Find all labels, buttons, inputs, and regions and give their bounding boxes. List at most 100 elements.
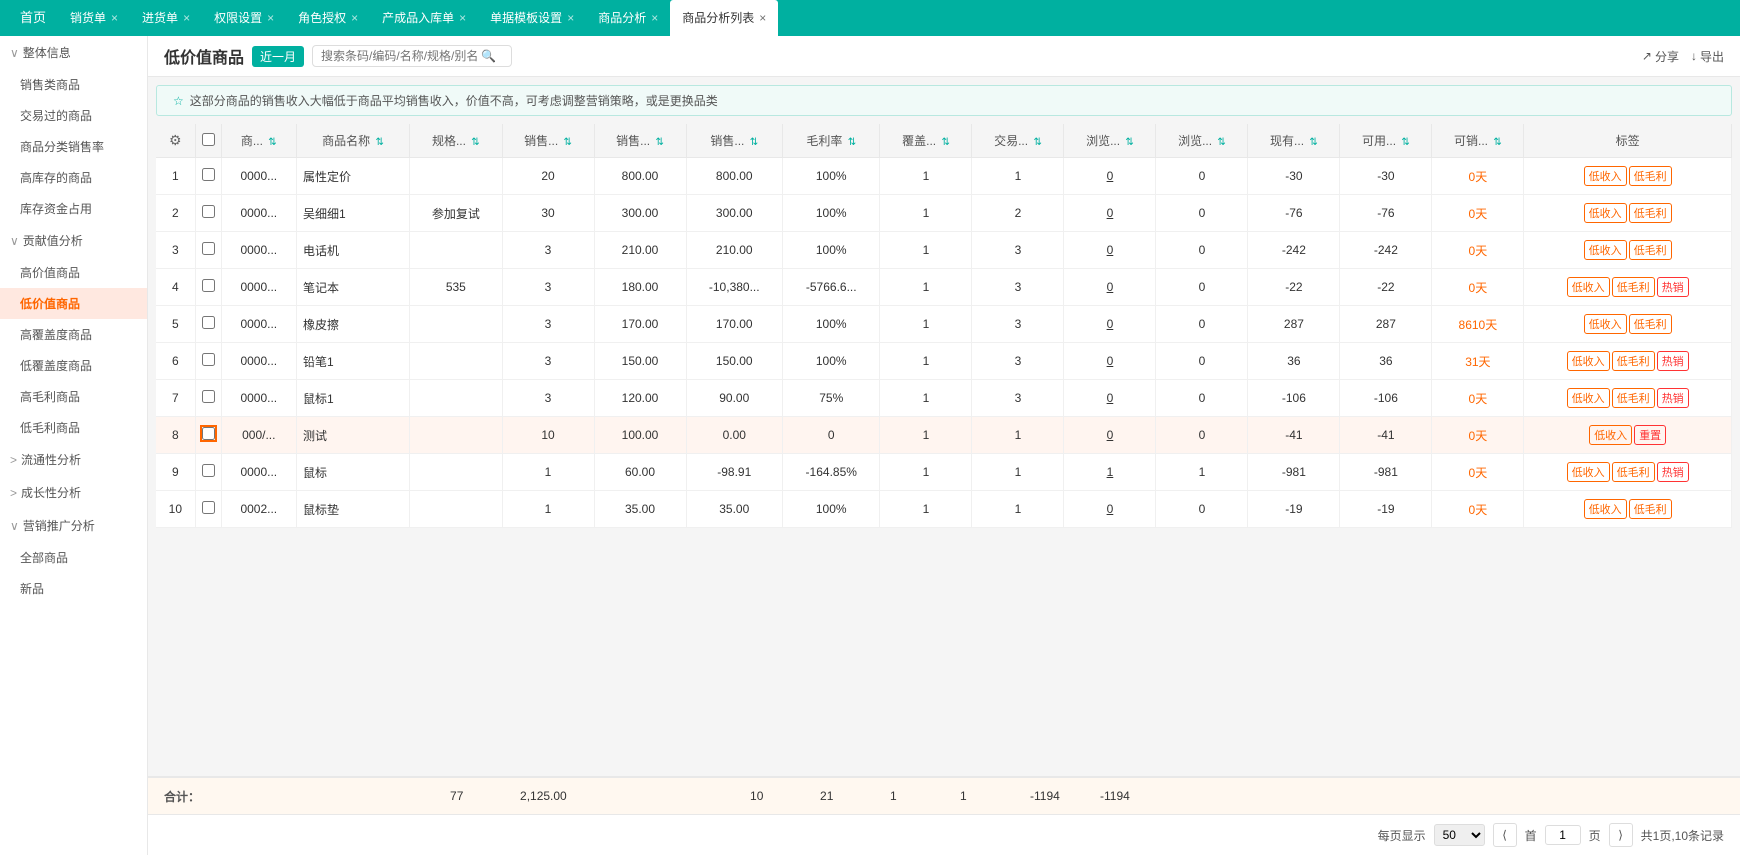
sort-icon[interactable]: ⇅ <box>1217 137 1225 148</box>
row-checkbox-cell[interactable] <box>195 454 221 491</box>
nav-home[interactable]: 首页 <box>8 0 58 36</box>
row-browse1[interactable]: 0 <box>1064 343 1156 380</box>
row-checkbox[interactable] <box>202 205 215 218</box>
row-browse1[interactable]: 0 <box>1064 417 1156 454</box>
sidebar-group-overall[interactable]: ∨ 整体信息 <box>0 36 147 69</box>
col-sales2[interactable]: 销售... ⇅ <box>594 124 686 158</box>
sort-icon[interactable]: ⇅ <box>1033 137 1041 148</box>
nav-close-icon[interactable]: × <box>183 11 190 25</box>
col-coverage[interactable]: 覆盖... ⇅ <box>880 124 972 158</box>
col-code[interactable]: 商... ⇅ <box>221 124 296 158</box>
sort-icon[interactable]: ⇅ <box>941 137 949 148</box>
nav-purchase[interactable]: 进货单× <box>130 0 202 36</box>
col-sales1[interactable]: 销售... ⇅ <box>502 124 594 158</box>
nav-close-icon[interactable]: × <box>351 11 358 25</box>
col-name[interactable]: 商品名称 ⇅ <box>296 124 409 158</box>
sort-icon[interactable]: ⇅ <box>376 137 384 148</box>
sidebar-item-high-value[interactable]: 高价值商品 <box>0 257 147 288</box>
row-browse1[interactable]: 0 <box>1064 306 1156 343</box>
col-gross[interactable]: 毛利率 ⇅ <box>782 124 880 158</box>
sidebar-group-growth[interactable]: > 成长性分析 <box>0 476 147 509</box>
export-button[interactable]: ↓ 导出 <box>1691 48 1724 65</box>
col-stock3[interactable]: 可销... ⇅ <box>1432 124 1524 158</box>
browse-link[interactable]: 0 <box>1107 428 1114 442</box>
row-checkbox[interactable] <box>202 501 215 514</box>
nav-permission[interactable]: 权限设置× <box>202 0 286 36</box>
nav-close-icon[interactable]: × <box>459 11 466 25</box>
sort-icon[interactable]: ⇅ <box>848 137 856 148</box>
nav-close-icon[interactable]: × <box>111 11 118 25</box>
sort-icon[interactable]: ⇅ <box>564 137 572 148</box>
sidebar-item-low-profit[interactable]: 低毛利商品 <box>0 412 147 443</box>
share-button[interactable]: ↗ 分享 <box>1642 48 1679 65</box>
row-checkbox-cell[interactable] <box>195 306 221 343</box>
col-browse1[interactable]: 浏览... ⇅ <box>1064 124 1156 158</box>
nav-template-settings[interactable]: 单据模板设置× <box>478 0 586 36</box>
row-checkbox[interactable] <box>202 464 215 477</box>
row-checkbox-cell[interactable] <box>195 417 221 454</box>
page-number-input[interactable] <box>1545 825 1581 845</box>
search-icon[interactable]: 🔍 <box>481 49 496 63</box>
sidebar-group-contribution[interactable]: ∨ 贡献值分析 <box>0 224 147 257</box>
row-browse1[interactable]: 0 <box>1064 158 1156 195</box>
select-all-checkbox[interactable] <box>202 133 215 146</box>
row-checkbox[interactable] <box>202 279 215 292</box>
nav-product-analysis[interactable]: 商品分析× <box>586 0 670 36</box>
nav-product-instock[interactable]: 产成品入库单× <box>370 0 478 36</box>
col-sales3[interactable]: 销售... ⇅ <box>686 124 782 158</box>
sidebar-item-high-coverage[interactable]: 高覆盖度商品 <box>0 319 147 350</box>
sidebar-item-high-stock[interactable]: 高库存的商品 <box>0 162 147 193</box>
browse-link[interactable]: 0 <box>1107 354 1114 368</box>
col-checkbox[interactable] <box>195 124 221 158</box>
sidebar-item-new-products[interactable]: 新品 <box>0 573 147 604</box>
browse-link[interactable]: 0 <box>1107 280 1114 294</box>
row-checkbox[interactable] <box>202 353 215 366</box>
nav-sales-order[interactable]: 销货单× <box>58 0 130 36</box>
col-spec[interactable]: 规格... ⇅ <box>410 124 502 158</box>
nav-product-analysis-list[interactable]: 商品分析列表× <box>670 0 778 36</box>
row-browse1[interactable]: 0 <box>1064 195 1156 232</box>
search-box[interactable]: 🔍 <box>312 45 512 67</box>
browse-link[interactable]: 1 <box>1107 465 1114 479</box>
first-page-button[interactable]: ⟨ <box>1493 823 1517 847</box>
sort-icon[interactable]: ⇅ <box>268 137 276 148</box>
nav-role-auth[interactable]: 角色授权× <box>286 0 370 36</box>
row-browse1[interactable]: 0 <box>1064 269 1156 306</box>
browse-link[interactable]: 0 <box>1107 169 1114 183</box>
col-trade[interactable]: 交易... ⇅ <box>972 124 1064 158</box>
sidebar-group-marketing[interactable]: ∨ 营销推广分析 <box>0 509 147 542</box>
row-browse1[interactable]: 0 <box>1064 232 1156 269</box>
nav-close-icon[interactable]: × <box>567 11 574 25</box>
row-checkbox[interactable] <box>202 390 215 403</box>
row-checkbox-cell[interactable] <box>195 195 221 232</box>
sort-icon[interactable]: ⇅ <box>471 137 479 148</box>
per-page-select[interactable]: 50 20 100 <box>1434 824 1485 846</box>
sidebar-item-all-products[interactable]: 全部商品 <box>0 542 147 573</box>
browse-link[interactable]: 0 <box>1107 317 1114 331</box>
row-checkbox[interactable] <box>202 427 215 440</box>
sidebar-item-stock-capital[interactable]: 库存资金占用 <box>0 193 147 224</box>
row-browse1[interactable]: 0 <box>1064 491 1156 528</box>
row-checkbox[interactable] <box>202 168 215 181</box>
browse-link[interactable]: 0 <box>1107 391 1114 405</box>
sidebar-item-low-coverage[interactable]: 低覆盖度商品 <box>0 350 147 381</box>
sort-icon[interactable]: ⇅ <box>1125 137 1133 148</box>
row-checkbox-cell[interactable] <box>195 232 221 269</box>
row-checkbox-cell[interactable] <box>195 343 221 380</box>
col-stock1[interactable]: 现有... ⇅ <box>1248 124 1340 158</box>
time-filter-badge[interactable]: 近一月 <box>252 46 304 67</box>
sidebar-item-traded-products[interactable]: 交易过的商品 <box>0 100 147 131</box>
browse-link[interactable]: 0 <box>1107 206 1114 220</box>
sort-icon[interactable]: ⇅ <box>655 137 663 148</box>
last-page-button[interactable]: ⟩ <box>1609 823 1633 847</box>
sidebar-item-category-sales[interactable]: 商品分类销售率 <box>0 131 147 162</box>
sidebar-item-sales-products[interactable]: 销售类商品 <box>0 69 147 100</box>
col-gear[interactable]: ⚙ <box>156 124 195 158</box>
sort-icon[interactable]: ⇅ <box>1493 137 1501 148</box>
row-checkbox[interactable] <box>202 316 215 329</box>
row-checkbox-cell[interactable] <box>195 380 221 417</box>
nav-close-icon[interactable]: × <box>759 11 766 25</box>
browse-link[interactable]: 0 <box>1107 243 1114 257</box>
sort-icon[interactable]: ⇅ <box>1401 137 1409 148</box>
nav-close-icon[interactable]: × <box>267 11 274 25</box>
